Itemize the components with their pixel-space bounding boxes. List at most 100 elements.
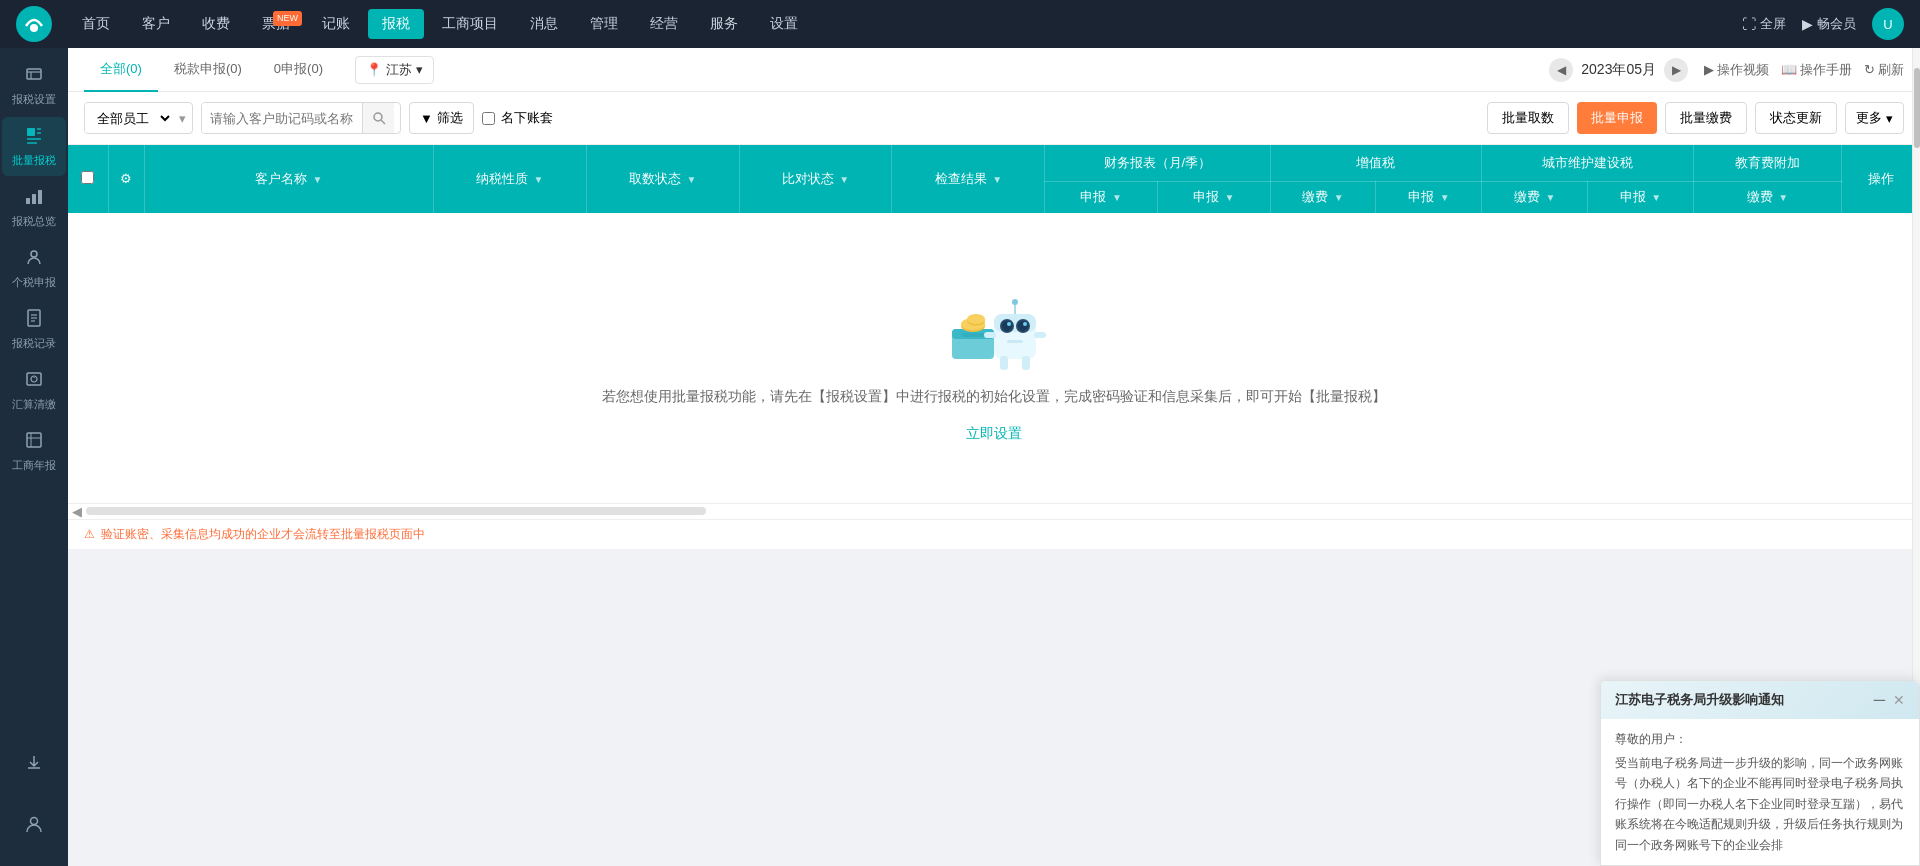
annual-report-icon	[24, 430, 44, 455]
sort-icon: ▼	[1545, 192, 1555, 203]
th-gear: ⚙	[108, 145, 144, 213]
tab-all[interactable]: 全部(0)	[84, 48, 158, 92]
sort-icon: ▼	[534, 174, 544, 185]
svg-point-39	[1002, 321, 1012, 331]
sort-icon: ▼	[1440, 192, 1450, 203]
user-avatar[interactable]: U	[1872, 8, 1904, 40]
scrollbar-track[interactable]	[86, 507, 706, 515]
bottom-status-bar: ⚠ 验证账密、采集信息均成功的企业才会流转至批量报税页面中	[68, 519, 1920, 549]
prev-month-button[interactable]: ◀	[1549, 58, 1573, 82]
search-button[interactable]	[362, 102, 394, 134]
sidebar-item-batch-tax[interactable]: 批量报税	[2, 117, 66, 176]
status-update-button[interactable]: 状态更新	[1755, 102, 1837, 134]
employee-select[interactable]: 全部员工	[85, 102, 173, 134]
horizontal-scrollbar[interactable]: ◀	[68, 503, 1920, 519]
sidebar-item-settlement[interactable]: 汇算清缴	[2, 361, 66, 420]
nav-bookkeeping[interactable]: 记账	[308, 9, 364, 39]
svg-rect-7	[37, 132, 41, 134]
sidebar-user[interactable]	[2, 796, 66, 852]
svg-rect-12	[38, 190, 42, 204]
account-suite-checkbox-label[interactable]: 名下账套	[482, 109, 553, 127]
toolbar: 全部员工 ▾ ▼ 筛选 名下账套 批量取数 批量申报 批量缴费 状态更新	[68, 92, 1920, 145]
filter-button[interactable]: ▼ 筛选	[409, 102, 474, 134]
location-icon: 📍	[366, 62, 382, 77]
toolbar-right: 批量取数 批量申报 批量缴费 状态更新 更多 ▾	[1487, 102, 1904, 134]
svg-point-1	[30, 24, 38, 32]
data-table-container: ⚙ 客户名称 ▼ 纳税性质 ▼ 取数状态 ▼ 比对状态	[68, 145, 1920, 503]
robot-illustration	[934, 274, 1054, 384]
nav-fees[interactable]: 收费	[188, 9, 244, 39]
employee-select-group[interactable]: 全部员工 ▾	[84, 102, 193, 134]
nav-management[interactable]: 管理	[576, 9, 632, 39]
nav-customer[interactable]: 客户	[128, 9, 184, 39]
th-vat-pay: 缴费 ▼	[1270, 181, 1376, 213]
tabs-right-actions: ▶ 操作视频 📖 操作手册 ↻ 刷新	[1704, 61, 1904, 79]
close-notification-button[interactable]: ✕	[1893, 692, 1905, 708]
scroll-left-icon[interactable]: ◀	[72, 504, 82, 519]
sidebar-item-tax-settings[interactable]: 报税设置	[2, 56, 66, 115]
svg-rect-8	[27, 138, 41, 140]
refresh-link[interactable]: ↻ 刷新	[1864, 61, 1904, 79]
th-vat-declare: 申报 ▼	[1157, 181, 1270, 213]
svg-rect-11	[32, 194, 36, 204]
nav-invoice[interactable]: 票据 NEW	[248, 9, 304, 39]
next-month-button[interactable]: ▶	[1664, 58, 1688, 82]
sort-icon: ▼	[1225, 192, 1235, 203]
th-fetch-status: 取数状态 ▼	[586, 145, 739, 213]
batch-fetch-button[interactable]: 批量取数	[1487, 102, 1569, 134]
book-icon: 📖	[1781, 62, 1797, 77]
setup-link[interactable]: 立即设置	[966, 425, 1022, 443]
nav-messages[interactable]: 消息	[516, 9, 572, 39]
operation-manual-link[interactable]: 📖 操作手册	[1781, 61, 1852, 79]
svg-rect-47	[1034, 332, 1046, 338]
search-input[interactable]	[202, 102, 362, 134]
batch-pay-button[interactable]: 批量缴费	[1665, 102, 1747, 134]
filter-icon: ▼	[420, 111, 433, 126]
sidebar-item-personal-tax[interactable]: 个税申报	[2, 239, 66, 298]
top-nav-right: ⛶ 全屏 ▶ 畅会员 U	[1742, 8, 1904, 40]
nav-service[interactable]: 服务	[696, 9, 752, 39]
personal-tax-icon	[24, 247, 44, 272]
nav-tax[interactable]: 报税	[368, 9, 424, 39]
sidebar-item-tax-records[interactable]: 报税记录	[2, 300, 66, 359]
more-button[interactable]: 更多 ▾	[1845, 102, 1904, 134]
batch-declare-button[interactable]: 批量申报	[1577, 102, 1657, 134]
nav-operations[interactable]: 经营	[636, 9, 692, 39]
app-logo[interactable]	[16, 6, 52, 42]
sort-icon: ▼	[1112, 192, 1122, 203]
th-education-surcharge: 教育费附加	[1693, 145, 1841, 181]
sidebar-item-tax-overview[interactable]: 报税总览	[2, 178, 66, 237]
th-customer-name: 客户名称 ▼	[144, 145, 433, 213]
member-button[interactable]: ▶ 畅会员	[1802, 15, 1856, 33]
more-down-icon: ▾	[1886, 111, 1893, 126]
account-suite-checkbox[interactable]	[482, 112, 495, 125]
region-selector[interactable]: 📍 江苏 ▾	[355, 56, 434, 84]
gear-icon[interactable]: ⚙	[120, 171, 132, 186]
sidebar-download[interactable]	[2, 734, 66, 790]
minimize-icon[interactable]: ─	[1874, 691, 1885, 709]
svg-rect-43	[1007, 340, 1023, 343]
nav-settings[interactable]: 设置	[756, 9, 812, 39]
empty-state: 若您想使用批量报税功能，请先在【报税设置】中进行报税的初始化设置，完成密码验证和…	[68, 214, 1920, 503]
fullscreen-button[interactable]: ⛶ 全屏	[1742, 15, 1786, 33]
nav-commerce[interactable]: 工商项目	[428, 9, 512, 39]
sort-icon: ▼	[1778, 192, 1788, 203]
svg-rect-9	[27, 142, 37, 144]
new-badge: NEW	[273, 11, 302, 26]
sort-icon: ▼	[1651, 192, 1661, 203]
tab-tax-declare[interactable]: 税款申报(0)	[158, 48, 258, 92]
svg-rect-10	[26, 198, 30, 204]
th-edu-pay: 缴费 ▼	[1693, 181, 1841, 213]
nav-home[interactable]: 首页	[68, 9, 124, 39]
tab-zero-declare[interactable]: 0申报(0)	[258, 48, 339, 92]
empty-state-message: 若您想使用批量报税功能，请先在【报税设置】中进行报税的初始化设置，完成密码验证和…	[602, 384, 1386, 409]
operation-video-link[interactable]: ▶ 操作视频	[1704, 61, 1769, 79]
tabs-bar: 全部(0) 税款申报(0) 0申报(0) 📍 江苏 ▾ ◀ 2023年05月 ▶…	[68, 48, 1920, 92]
svg-point-19	[31, 376, 37, 382]
svg-line-27	[381, 120, 385, 124]
sidebar-item-annual-report[interactable]: 工商年报	[2, 422, 66, 481]
tax-settings-icon	[24, 64, 44, 89]
select-all-checkbox[interactable]	[81, 171, 94, 184]
svg-point-42	[1023, 322, 1027, 326]
fullscreen-icon: ⛶	[1742, 16, 1756, 32]
